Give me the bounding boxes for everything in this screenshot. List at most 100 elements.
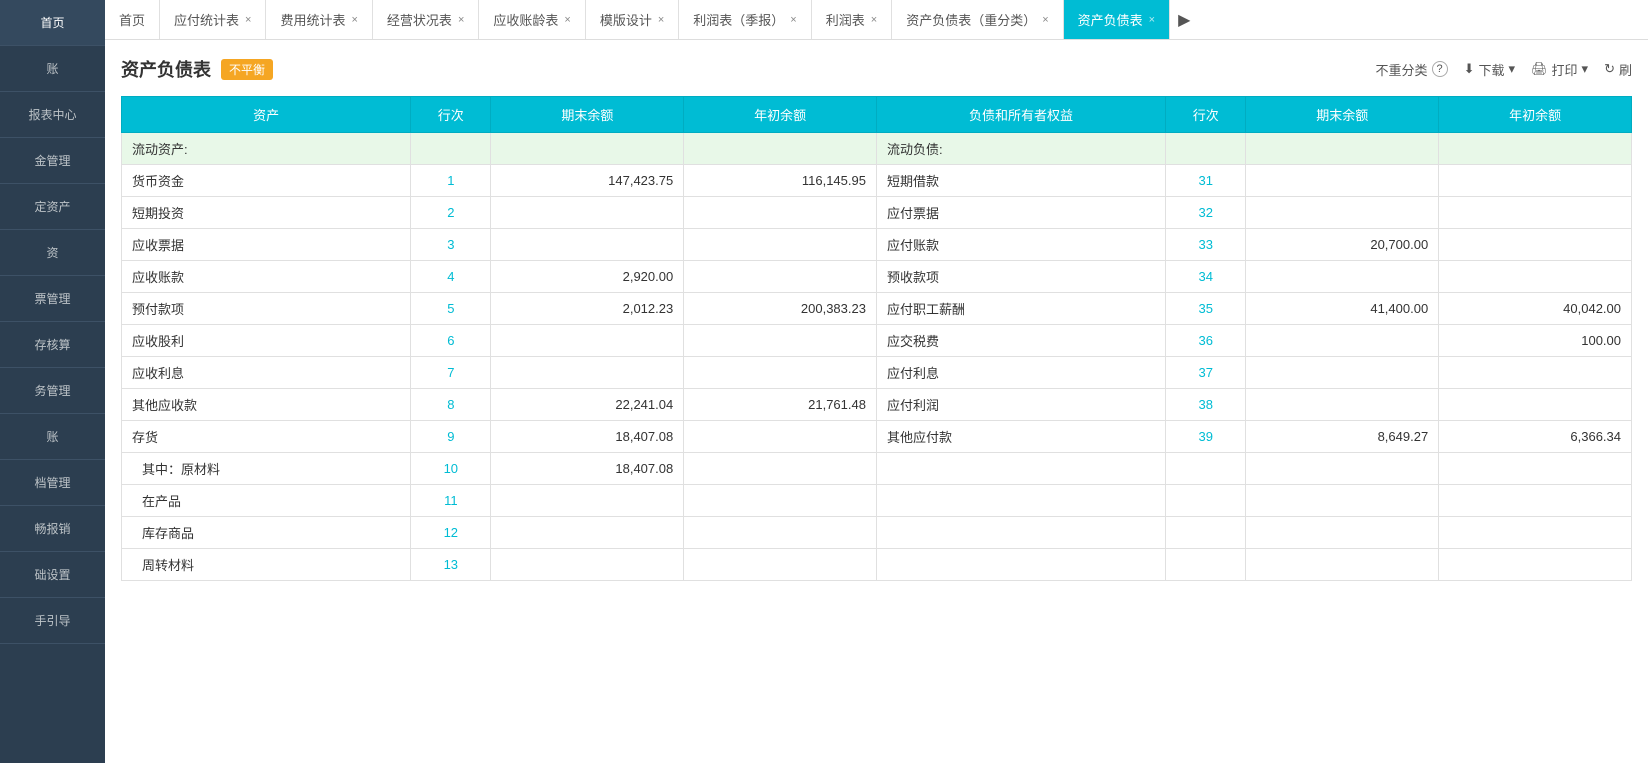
asset-begin-balance[interactable]: [684, 549, 877, 581]
liability-begin-balance[interactable]: [1439, 485, 1632, 517]
liability-end-balance[interactable]: 41,400.00: [1246, 293, 1439, 325]
tab-close-template[interactable]: ×: [658, 14, 664, 26]
no-reclassify-button[interactable]: 不重分类 ?: [1376, 60, 1448, 79]
sidebar-item-inventory[interactable]: 存核算: [0, 322, 105, 368]
asset-name: 其他应收款: [122, 389, 411, 421]
asset-end-balance[interactable]: [491, 517, 684, 549]
liability-begin-balance[interactable]: [1439, 229, 1632, 261]
liability-end-balance[interactable]: [1246, 549, 1439, 581]
sidebar-item-archive[interactable]: 档管理: [0, 460, 105, 506]
asset-end-balance[interactable]: [491, 197, 684, 229]
sidebar-item-guide[interactable]: 手引导: [0, 598, 105, 644]
asset-end-balance[interactable]: [491, 485, 684, 517]
asset-end-balance[interactable]: 22,241.04: [491, 389, 684, 421]
tab-profit[interactable]: 利润表 ×: [812, 0, 892, 40]
liability-begin-balance[interactable]: [1439, 197, 1632, 229]
liability-name: 应付票据: [876, 197, 1165, 229]
asset-begin-balance[interactable]: [684, 325, 877, 357]
sidebar-item-expense[interactable]: 畅报销: [0, 506, 105, 552]
sidebar-item-ticket-mgmt[interactable]: 票管理: [0, 276, 105, 322]
sidebar-item-fixed-assets[interactable]: 定资产: [0, 184, 105, 230]
tab-close-profit[interactable]: ×: [871, 14, 877, 26]
asset-begin-balance[interactable]: [684, 453, 877, 485]
liability-end-balance[interactable]: 8,649.27: [1246, 421, 1439, 453]
question-icon: ?: [1432, 61, 1448, 77]
tab-nav-right[interactable]: ▶: [1170, 0, 1198, 40]
sidebar-item-home[interactable]: 首页: [0, 0, 105, 46]
tab-ar-aging[interactable]: 应收账龄表 ×: [479, 0, 585, 40]
asset-end-balance[interactable]: 147,423.75: [491, 165, 684, 197]
asset-end-balance[interactable]: 2,920.00: [491, 261, 684, 293]
liability-name: [876, 549, 1165, 581]
tab-profit-quarterly[interactable]: 利润表（季报） ×: [679, 0, 811, 40]
tab-close-operations[interactable]: ×: [458, 14, 464, 26]
asset-begin-balance[interactable]: [684, 517, 877, 549]
tab-close-balance-reclassified[interactable]: ×: [1042, 14, 1048, 26]
sidebar-item-capital[interactable]: 资: [0, 230, 105, 276]
asset-end-balance[interactable]: [491, 229, 684, 261]
liability-end-balance[interactable]: [1246, 325, 1439, 357]
liability-end-balance[interactable]: 20,700.00: [1246, 229, 1439, 261]
sidebar-item-account[interactable]: 账: [0, 46, 105, 92]
liability-begin-balance[interactable]: [1439, 261, 1632, 293]
liability-begin-balance[interactable]: [1439, 389, 1632, 421]
header-begin-balance: 年初余额: [684, 97, 877, 133]
liability-begin-balance[interactable]: [1439, 453, 1632, 485]
sidebar-item-ledger[interactable]: 账: [0, 414, 105, 460]
liability-begin-balance[interactable]: [1439, 165, 1632, 197]
refresh-button[interactable]: ↻ 刷: [1604, 60, 1632, 79]
asset-name: 存货: [122, 421, 411, 453]
liability-begin-balance[interactable]: [1439, 549, 1632, 581]
tab-balance-reclassified[interactable]: 资产负债表（重分类） ×: [892, 0, 1063, 40]
tab-balance[interactable]: 资产负债表 ×: [1064, 0, 1170, 40]
tab-home[interactable]: 首页: [105, 0, 160, 40]
asset-begin-balance[interactable]: [684, 229, 877, 261]
page-header: 资产负债表 不平衡 不重分类 ? ⬇ 下载 ▾ 🖨 打印 ▾: [121, 56, 1632, 82]
liability-begin-balance[interactable]: 40,042.00: [1439, 293, 1632, 325]
table-row: 周转材料 13: [122, 549, 1632, 581]
tab-close-balance[interactable]: ×: [1149, 14, 1155, 26]
sidebar-item-report-center[interactable]: 报表中心: [0, 92, 105, 138]
asset-begin-balance[interactable]: [684, 197, 877, 229]
tab-close-profit-quarterly[interactable]: ×: [790, 14, 796, 26]
asset-end-balance[interactable]: 18,407.08: [491, 453, 684, 485]
liability-begin-balance[interactable]: [1439, 517, 1632, 549]
asset-end-balance[interactable]: [491, 357, 684, 389]
liability-end-balance[interactable]: [1246, 389, 1439, 421]
asset-begin-balance[interactable]: [684, 421, 877, 453]
tab-operations[interactable]: 经营状况表 ×: [373, 0, 479, 40]
liability-end-balance[interactable]: [1246, 261, 1439, 293]
liability-end-balance[interactable]: [1246, 485, 1439, 517]
sidebar-item-fund-mgmt[interactable]: 金管理: [0, 138, 105, 184]
tab-close-ar-aging[interactable]: ×: [564, 14, 570, 26]
liability-begin-balance[interactable]: 6,366.34: [1439, 421, 1632, 453]
liability-begin-balance[interactable]: [1439, 357, 1632, 389]
asset-end-balance[interactable]: [491, 325, 684, 357]
tab-close-payable-stats[interactable]: ×: [245, 14, 251, 26]
download-button[interactable]: ⬇ 下载 ▾: [1464, 60, 1515, 79]
liability-begin-balance[interactable]: 100.00: [1439, 325, 1632, 357]
asset-begin-balance[interactable]: [684, 357, 877, 389]
print-button[interactable]: 🖨 打印 ▾: [1531, 60, 1588, 79]
asset-begin-balance[interactable]: [684, 485, 877, 517]
asset-begin-balance[interactable]: 116,145.95: [684, 165, 877, 197]
tab-expense-stats[interactable]: 费用统计表 ×: [266, 0, 372, 40]
liability-end-balance[interactable]: [1246, 197, 1439, 229]
tab-template-design[interactable]: 模版设计 ×: [586, 0, 679, 40]
liability-end-balance[interactable]: [1246, 165, 1439, 197]
asset-begin-balance[interactable]: 21,761.48: [684, 389, 877, 421]
asset-begin-balance[interactable]: 200,383.23: [684, 293, 877, 325]
liability-end-balance[interactable]: [1246, 357, 1439, 389]
liability-end-balance[interactable]: [1246, 453, 1439, 485]
sidebar-item-settings[interactable]: 础设置: [0, 552, 105, 598]
liability-row-num: [1166, 453, 1246, 485]
asset-end-balance[interactable]: 2,012.23: [491, 293, 684, 325]
sidebar-item-tax-mgmt[interactable]: 务管理: [0, 368, 105, 414]
asset-begin-balance[interactable]: [684, 261, 877, 293]
asset-end-balance[interactable]: [491, 549, 684, 581]
tab-close-expense-stats[interactable]: ×: [351, 14, 357, 26]
liability-end-balance[interactable]: [1246, 517, 1439, 549]
asset-end-balance[interactable]: 18,407.08: [491, 421, 684, 453]
tab-payable-stats[interactable]: 应付统计表 ×: [160, 0, 266, 40]
liability-row-num: 33: [1166, 229, 1246, 261]
